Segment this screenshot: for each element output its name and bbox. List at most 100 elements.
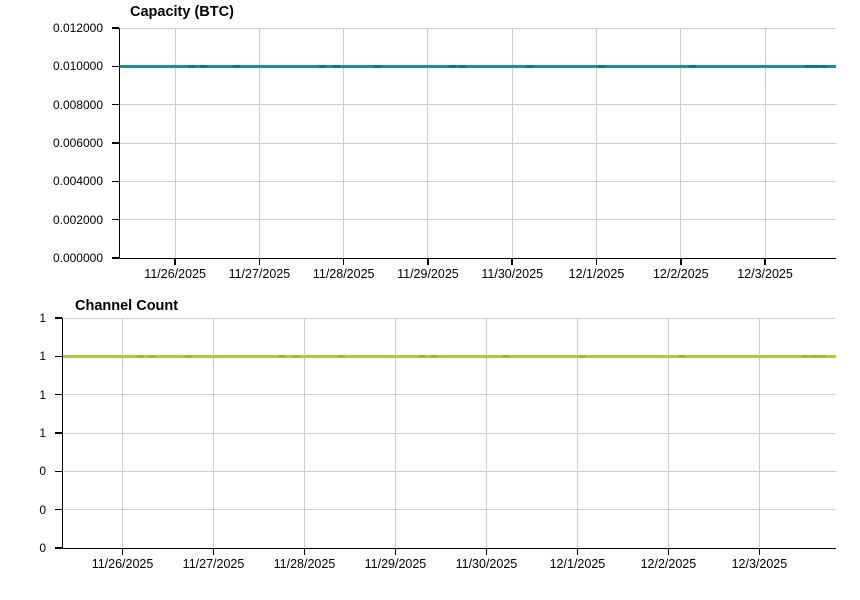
gridline-vertical [764, 28, 766, 258]
x-axis-tick [212, 548, 215, 555]
y-axis-tick-label: 0.010000 [52, 59, 103, 74]
y-axis-tick-label: 1 [39, 311, 46, 325]
chart-title-channel-count: Channel Count [75, 298, 179, 314]
chart-plot-capacity: 0.012000 0.010000 0.008000 0.006000 0.004000… [53, 21, 836, 281]
y-axis-tick [111, 218, 119, 221]
gridline-horizontal [120, 180, 836, 182]
data-point-marker [689, 64, 697, 68]
x-axis-tick-label: 11/30/2025 [455, 557, 518, 571]
x-axis-tick [758, 548, 761, 555]
x-axis-tick [394, 548, 397, 555]
data-point-marker [597, 64, 605, 68]
x-axis-tick-label: 11/28/2025 [312, 267, 375, 281]
gridline-vertical [174, 28, 176, 258]
data-point-marker [188, 64, 196, 68]
gridline-horizontal [120, 142, 836, 144]
chart-title-capacity: Capacity (BTC) [130, 4, 234, 20]
gridline-vertical [343, 28, 345, 258]
gridline-vertical [758, 318, 760, 548]
data-point-marker [429, 354, 437, 358]
y-axis-tick [54, 393, 62, 396]
y-axis-tick [54, 470, 62, 473]
y-axis-tick-label: 0 [39, 464, 46, 479]
data-point-marker [337, 354, 345, 358]
data-point-marker [810, 354, 818, 358]
gridline-horizontal [120, 104, 836, 106]
data-point-marker [374, 64, 382, 68]
x-axis-tick [667, 548, 670, 555]
data-point-marker [185, 354, 193, 358]
x-axis-tick [576, 548, 579, 555]
gridline-vertical [303, 318, 305, 548]
gridline-vertical [427, 28, 429, 258]
x-axis-tick [342, 258, 345, 265]
data-point-marker [149, 354, 157, 358]
y-axis-tick-label: 0.008000 [52, 97, 103, 112]
gridline-vertical [258, 28, 260, 258]
data-point-marker [812, 64, 820, 68]
data-point-marker [233, 64, 241, 68]
x-axis-tick-label: 11/27/2025 [228, 267, 291, 281]
y-axis-tick-label: 0.006000 [52, 136, 103, 150]
gridline-vertical [122, 318, 124, 548]
x-axis-tick-label: 11/27/2025 [182, 557, 245, 571]
y-axis-tick-label: 1 [39, 426, 46, 440]
x-axis-tick-label: 11/26/2025 [144, 267, 206, 281]
series-line-channel-count [63, 354, 836, 358]
x-axis-tick-label: 11/26/2025 [91, 557, 154, 571]
gridline-vertical [394, 318, 396, 548]
data-point-marker [332, 64, 340, 68]
data-point-marker [459, 64, 467, 68]
gridline-vertical [667, 318, 669, 548]
data-point-marker [804, 64, 812, 68]
y-axis-tick [111, 180, 119, 183]
data-point-marker [578, 354, 586, 358]
y-axis-tick-label: 0.004000 [52, 174, 103, 189]
gridline-horizontal [120, 27, 836, 29]
gridline-horizontal [63, 470, 836, 472]
gridline-horizontal [63, 317, 836, 319]
y-axis-tick [54, 355, 62, 358]
data-point-marker [319, 64, 327, 68]
data-point-marker [418, 354, 426, 358]
y-axis-tick [111, 65, 119, 68]
data-point-marker [278, 354, 286, 358]
series-line-capacity-btc- [120, 64, 836, 68]
dashboard-page: Capacity (BTC) 0.012000 0.010000 0.008000 0… [0, 0, 860, 600]
data-point-marker [292, 354, 300, 358]
gridline-vertical [595, 28, 597, 258]
y-axis-tick [111, 257, 119, 259]
chart-plot-channel-count: 1 1 1 1 0 0 0 11/26/2025 11/27/2025 11/28/2025 11/… [39, 311, 836, 571]
y-axis-tick [111, 142, 119, 144]
x-axis-tick [595, 258, 598, 265]
y-axis-tick [54, 508, 62, 511]
x-axis-tick-label: 11/29/2025 [364, 557, 427, 571]
data-point-marker [136, 354, 144, 358]
y-axis-tick [111, 103, 119, 106]
y-axis-tick-label: 1 [39, 349, 46, 364]
x-axis-tick [121, 548, 124, 555]
data-point-marker [802, 354, 810, 358]
x-axis-tick-label: 11/30/2025 [481, 267, 544, 281]
y-axis-tick-label: 1 [39, 387, 46, 402]
x-axis-tick-label: 12/3/2025 [737, 267, 793, 281]
x-axis-tick [174, 258, 176, 265]
y-axis-tick [54, 547, 62, 549]
gridline-vertical [680, 28, 682, 258]
x-axis-tick-label: 11/29/2025 [397, 267, 459, 281]
data-point-marker [501, 354, 509, 358]
gridline-horizontal [63, 394, 836, 396]
gridline-horizontal [120, 219, 836, 221]
y-axis-tick-label: 0.012000 [52, 21, 103, 35]
x-axis-tick-label: 11/28/2025 [273, 557, 336, 571]
y-axis-tick-label: 0.000000 [52, 251, 103, 265]
x-axis-tick [303, 548, 306, 555]
x-axis-tick-label: 12/2/2025 [652, 267, 709, 281]
x-axis-tick [258, 258, 261, 265]
y-axis-tick-label: 0.002000 [52, 212, 103, 227]
x-axis-tick [764, 258, 766, 265]
data-point-marker [526, 64, 534, 68]
gridline-vertical [576, 318, 578, 548]
x-axis-tick [427, 258, 429, 265]
y-axis-tick-label: 0 [39, 541, 46, 555]
